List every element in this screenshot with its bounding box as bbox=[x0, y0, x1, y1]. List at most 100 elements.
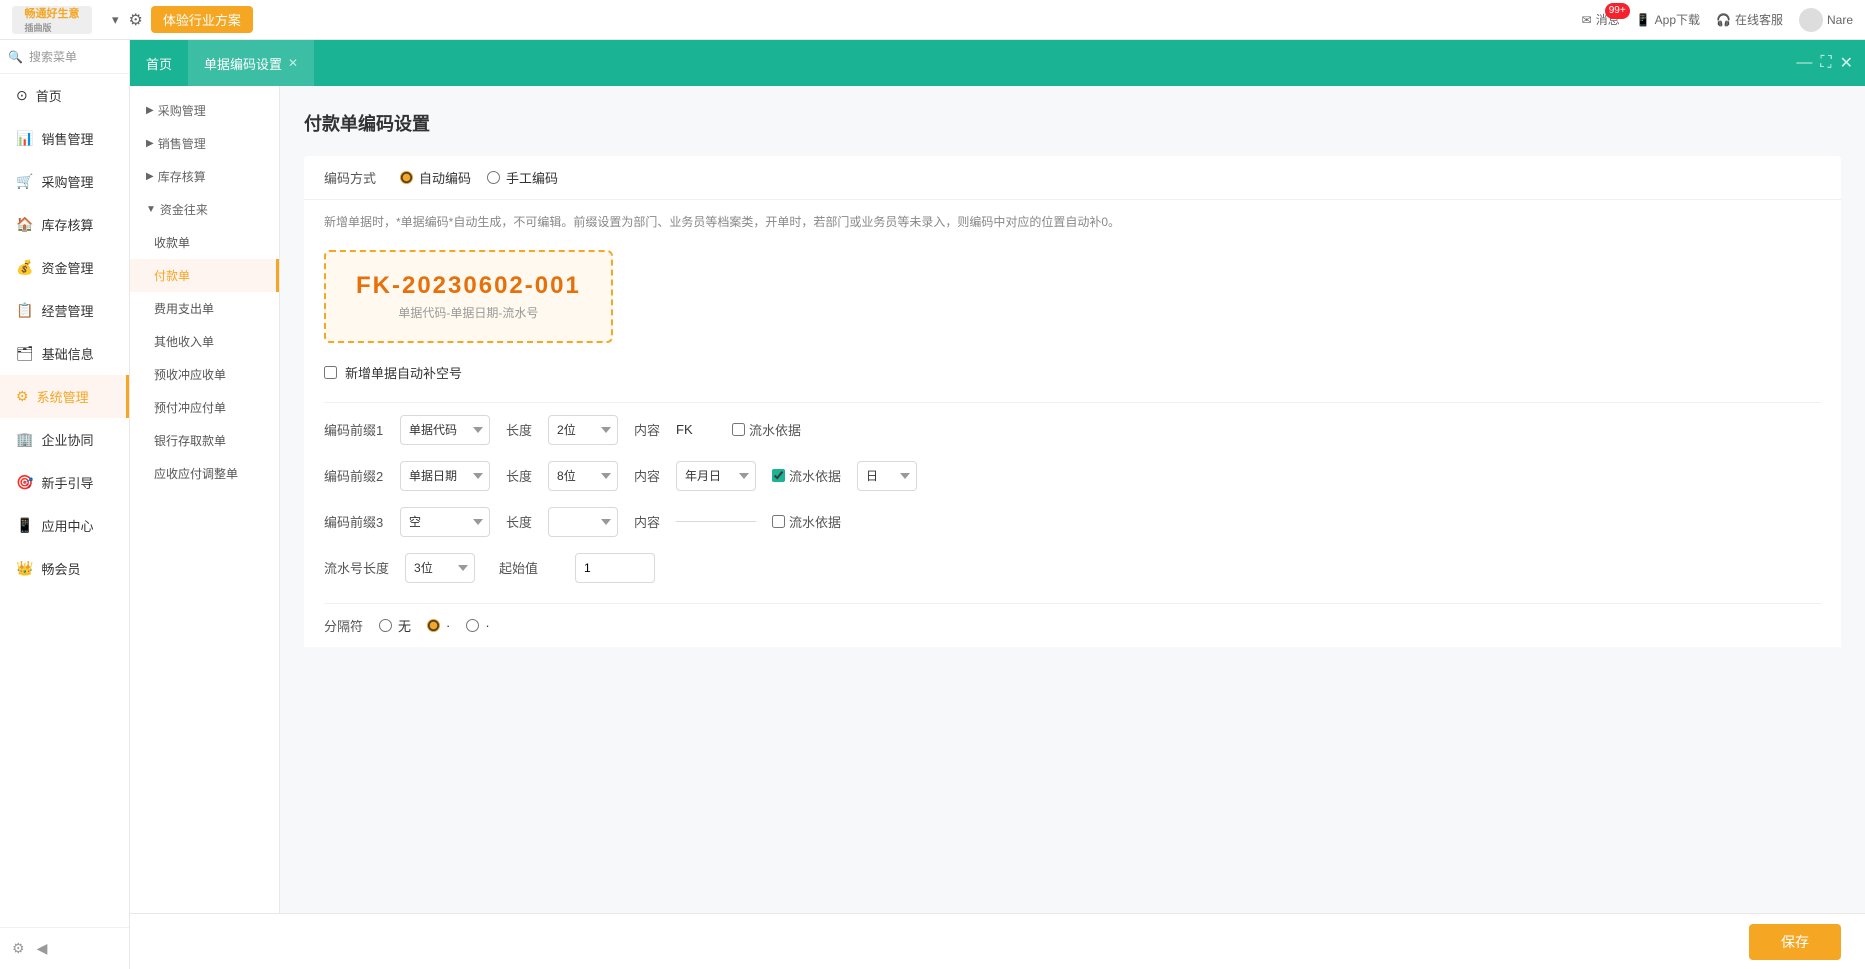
online-service-label: 在线客服 bbox=[1735, 11, 1783, 28]
chevron-right-icon: ▶ bbox=[146, 105, 154, 116]
sub-group-sales-title[interactable]: ▶ 销售管理 bbox=[130, 127, 279, 160]
sidebar-item-sales[interactable]: 📊 销售管理 bbox=[0, 117, 129, 160]
sidebar-item-apps[interactable]: 📱 应用中心 bbox=[0, 504, 129, 547]
prefix2-serial-unit-select[interactable]: 日 月 年 bbox=[857, 461, 917, 491]
prefix-row-1: 编码前缀1 单据代码 单据日期 空 部门 业务员 长度 bbox=[324, 415, 1821, 445]
prefix2-serial-label: 流水依据 bbox=[789, 466, 841, 485]
prefix3-select[interactable]: 单据代码 单据日期 空 部门 业务员 bbox=[400, 507, 490, 537]
auto-encoding-option[interactable]: 自动编码 bbox=[400, 168, 471, 187]
sub-group-fund-title[interactable]: ▼ 资金往来 bbox=[130, 193, 279, 226]
sub-group-purchase: ▶ 采购管理 bbox=[130, 94, 279, 127]
separator-none-radio[interactable] bbox=[379, 619, 392, 632]
settings-icon[interactable]: ⚙ bbox=[129, 10, 143, 30]
sub-group-inventory-title[interactable]: ▶ 库存核算 bbox=[130, 160, 279, 193]
prefix3-serial-checkbox[interactable]: 流水依据 bbox=[772, 512, 841, 531]
prefix2-serial-checkbox[interactable]: 流水依据 bbox=[772, 466, 841, 485]
manual-encoding-label: 手工编码 bbox=[506, 168, 558, 187]
auto-fill-checkbox[interactable] bbox=[324, 366, 337, 379]
prefix2-serial-input[interactable] bbox=[772, 469, 785, 482]
app-download-icon: 📱 bbox=[1636, 13, 1651, 27]
prefix3-content-val bbox=[676, 521, 756, 522]
sidebar-search-button[interactable]: 🔍 搜索菜单 bbox=[0, 40, 129, 74]
tab-home[interactable]: 首页 bbox=[130, 40, 188, 86]
trial-button[interactable]: 体验行业方案 bbox=[151, 6, 253, 33]
sub-sidebar-item-prepay-payable[interactable]: 预付冲应付单 bbox=[130, 391, 279, 424]
auto-encoding-radio[interactable] bbox=[400, 171, 413, 184]
window-minimize-button[interactable]: — bbox=[1796, 54, 1812, 72]
tab-close-icon[interactable]: ✕ bbox=[288, 56, 298, 70]
sub-sidebar-item-bank[interactable]: 银行存取款单 bbox=[130, 424, 279, 457]
sub-sidebar-item-prepay-receivable[interactable]: 预收冲应收单 bbox=[130, 358, 279, 391]
sub-sidebar-item-adjustment[interactable]: 应收应付调整单 bbox=[130, 457, 279, 490]
sidebar-collapse-button[interactable]: ◀ bbox=[37, 940, 48, 957]
sidebar-item-enterprise[interactable]: 🏢 企业协同 bbox=[0, 418, 129, 461]
sales-icon: 📊 bbox=[16, 130, 33, 147]
sub-sidebar-item-expense[interactable]: 费用支出单 bbox=[130, 292, 279, 325]
prefix1-content-val: FK bbox=[676, 422, 716, 437]
message-button[interactable]: ✉ 消息 99+ bbox=[1582, 11, 1620, 28]
tab-encode-settings[interactable]: 单据编码设置 ✕ bbox=[188, 40, 314, 86]
prefix2-length-select[interactable]: 8位 6位 4位 bbox=[548, 461, 618, 491]
sidebar-item-system[interactable]: ⚙ 系统管理 bbox=[0, 375, 129, 418]
serial-length-label: 流水号长度 bbox=[324, 558, 389, 577]
sidebar-item-finance[interactable]: 💰 资金管理 bbox=[0, 246, 129, 289]
sidebar-item-home[interactable]: ⊙ 首页 bbox=[0, 74, 129, 117]
online-service-button[interactable]: 🎧 在线客服 bbox=[1716, 11, 1783, 28]
app-download-button[interactable]: 📱 App下载 bbox=[1636, 11, 1700, 28]
serial-length-select[interactable]: 3位 4位 5位 6位 bbox=[405, 553, 475, 583]
prefix1-select[interactable]: 单据代码 单据日期 空 部门 业务员 bbox=[400, 415, 490, 445]
sidebar-item-member[interactable]: 👑 畅会员 bbox=[0, 547, 129, 590]
encoding-section: 编码方式 自动编码 手工编码 bbox=[304, 156, 1841, 200]
sidebar-item-newbie[interactable]: 🎯 新手引导 bbox=[0, 461, 129, 504]
separator-dot-radio[interactable] bbox=[427, 619, 440, 632]
sidebar-item-inventory[interactable]: 🏠 库存核算 bbox=[0, 203, 129, 246]
service-icon: 🎧 bbox=[1716, 13, 1731, 27]
message-badge: 99+ bbox=[1605, 3, 1630, 19]
serial-start-input[interactable] bbox=[575, 553, 655, 583]
separator-row: 分隔符 无 · · bbox=[324, 616, 1821, 635]
user-avatar[interactable]: Nare bbox=[1799, 8, 1853, 32]
manual-encoding-option[interactable]: 手工编码 bbox=[487, 168, 558, 187]
operations-icon: 📋 bbox=[16, 302, 33, 319]
sidebar-bottom: ⚙ ◀ bbox=[0, 927, 129, 969]
nav-dropdown-button[interactable]: ▾ bbox=[108, 10, 123, 30]
prefix3-content-label: 内容 bbox=[634, 512, 660, 531]
prefix1-serial-input[interactable] bbox=[732, 423, 745, 436]
prefix1-content-label: 内容 bbox=[634, 420, 660, 439]
prefix1-length-select[interactable]: 2位 3位 4位 bbox=[548, 415, 618, 445]
save-button[interactable]: 保存 bbox=[1749, 924, 1841, 960]
user-name: Nare bbox=[1827, 13, 1853, 27]
sidebar-item-label: 新手引导 bbox=[41, 473, 93, 492]
separator-none-option[interactable]: 无 bbox=[379, 616, 411, 635]
app-download-label: App下载 bbox=[1655, 11, 1700, 28]
prefix1-length-wrapper: 2位 3位 4位 bbox=[548, 415, 618, 445]
sub-sidebar-item-receipt[interactable]: 收款单 bbox=[130, 226, 279, 259]
window-maximize-button[interactable]: ⛶ bbox=[1820, 54, 1831, 72]
prefix3-length-select[interactable] bbox=[548, 507, 618, 537]
sidebar-item-purchase[interactable]: 🛒 采购管理 bbox=[0, 160, 129, 203]
sidebar-item-basic[interactable]: 🗂 基础信息 bbox=[0, 332, 129, 375]
sub-sidebar-item-payment[interactable]: 付款单 bbox=[130, 259, 279, 292]
preview-code: FK-20230602-001 bbox=[356, 272, 581, 300]
sub-sidebar-item-other-income[interactable]: 其他收入单 bbox=[130, 325, 279, 358]
sub-group-purchase-title[interactable]: ▶ 采购管理 bbox=[130, 94, 279, 127]
window-close-button[interactable]: ✕ bbox=[1840, 53, 1853, 73]
separator-dash-radio[interactable] bbox=[466, 619, 479, 632]
manual-encoding-radio[interactable] bbox=[487, 171, 500, 184]
prefix3-serial-input[interactable] bbox=[772, 515, 785, 528]
sidebar-item-label: 系统管理 bbox=[37, 387, 89, 406]
sub-item-label: 银行存取款单 bbox=[154, 434, 226, 448]
separator-dot-option[interactable]: · bbox=[427, 618, 450, 633]
sub-item-label: 其他收入单 bbox=[154, 335, 214, 349]
main-panel: 付款单编码设置 编码方式 自动编码 手工编码 bbox=[280, 86, 1865, 913]
finance-icon: 💰 bbox=[16, 259, 33, 276]
prefix2-select[interactable]: 单据代码 单据日期 空 部门 业务员 bbox=[400, 461, 490, 491]
sidebar-settings-button[interactable]: ⚙ bbox=[12, 940, 25, 957]
prefix1-serial-checkbox[interactable]: 流水依据 bbox=[732, 420, 801, 439]
avatar-image bbox=[1799, 8, 1823, 32]
prefix2-content-select[interactable]: 年月日 年月 年 bbox=[676, 461, 756, 491]
sidebar-item-operations[interactable]: 📋 经营管理 bbox=[0, 289, 129, 332]
system-icon: ⚙ bbox=[16, 388, 29, 405]
sidebar-item-label: 销售管理 bbox=[41, 129, 93, 148]
separator-dash-option[interactable]: · bbox=[466, 618, 489, 633]
